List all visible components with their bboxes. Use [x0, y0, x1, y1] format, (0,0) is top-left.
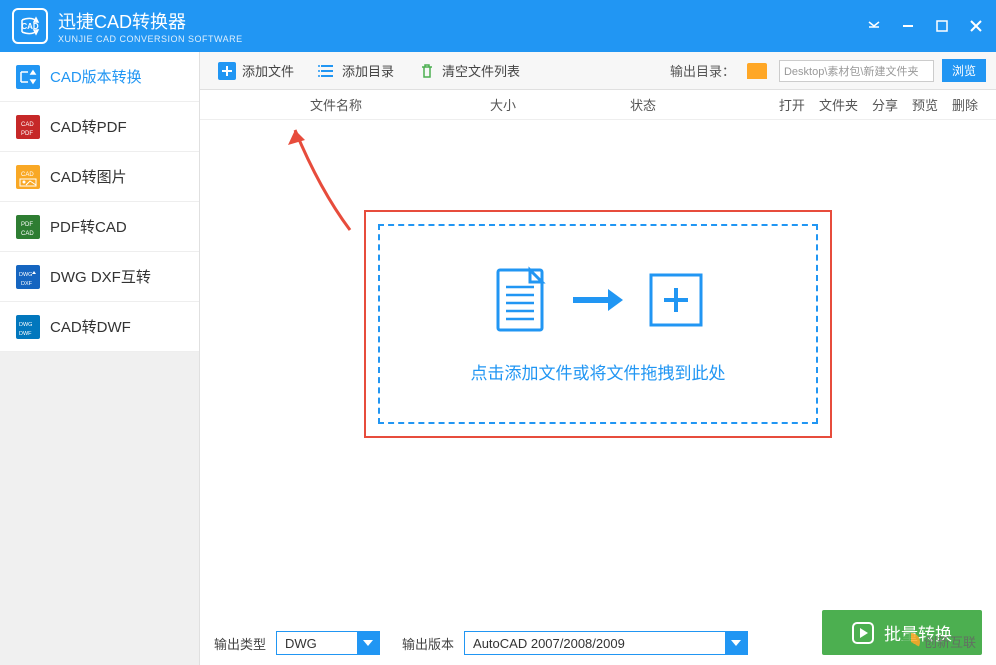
add-file-button[interactable]: 添加文件 [210, 57, 302, 84]
app-title: 迅捷CAD转换器 [58, 8, 866, 34]
cad-image-icon: CAD [16, 165, 40, 189]
document-icon [490, 265, 550, 335]
add-file-icon [218, 62, 236, 80]
col-size: 大小 [490, 95, 630, 114]
dropdown-icon[interactable] [866, 18, 882, 34]
sidebar-item-dwg-dxf[interactable]: DWG DXF DWG DXF互转 [0, 252, 199, 302]
col-share: 分享 [872, 95, 898, 114]
clear-list-button[interactable]: 清空文件列表 [410, 57, 528, 84]
svg-text:DXF: DXF [21, 281, 33, 287]
output-version-label: 输出版本 [402, 634, 454, 653]
add-dir-button[interactable]: 添加目录 [310, 57, 402, 84]
sidebar-item-cad-dwf[interactable]: DWG DWF CAD转DWF [0, 302, 199, 352]
arrow-right-icon [568, 285, 628, 315]
sidebar-label: DWG DXF互转 [50, 266, 151, 287]
trash-icon [418, 62, 436, 80]
dropzone[interactable]: 点击添加文件或将文件拖拽到此处 [378, 224, 818, 424]
browse-button[interactable]: 浏览 [942, 59, 986, 82]
svg-text:CAD: CAD [21, 231, 34, 237]
chevron-down-icon [725, 632, 747, 654]
sidebar-item-cad-image[interactable]: CAD CAD转图片 [0, 152, 199, 202]
output-type-select[interactable]: DWG [276, 631, 380, 655]
col-folder: 文件夹 [819, 95, 858, 114]
sidebar-label: CAD转DWF [50, 316, 131, 337]
col-preview: 预览 [912, 95, 938, 114]
col-filename: 文件名称 [210, 95, 490, 114]
pdf-cad-icon: PDF CAD [16, 215, 40, 239]
app-subtitle: XUNJIE CAD CONVERSION SOFTWARE [58, 34, 866, 44]
dwg-dxf-icon: DWG DXF [16, 265, 40, 289]
sidebar-label: CAD转PDF [50, 116, 127, 137]
maximize-button[interactable] [934, 18, 950, 34]
svg-text:DWF: DWF [19, 331, 32, 337]
cad-pdf-icon: CAD PDF [16, 115, 40, 139]
titlebar: CAD 迅捷CAD转换器 XUNJIE CAD CONVERSION SOFTW… [0, 0, 996, 52]
svg-text:CAD: CAD [21, 22, 39, 31]
svg-text:CAD: CAD [21, 172, 34, 178]
folder-icon [747, 63, 767, 79]
svg-text:PDF: PDF [21, 131, 33, 137]
svg-text:PDF: PDF [21, 222, 33, 228]
output-type-label: 输出类型 [214, 634, 266, 653]
chevron-down-icon [357, 632, 379, 654]
annotation-arrow [250, 110, 370, 250]
file-list-area: 点击添加文件或将文件拖拽到此处 [200, 120, 996, 621]
svg-text:CAD: CAD [21, 122, 34, 128]
svg-text:DWG: DWG [19, 272, 32, 278]
plus-box-icon [646, 270, 706, 330]
output-path-input[interactable]: Desktop\素材包\新建文件夹 [779, 60, 934, 82]
dropzone-highlight: 点击添加文件或将文件拖拽到此处 [364, 210, 832, 438]
output-dir-label: 输出目录： [670, 61, 735, 80]
col-status: 状态 [630, 95, 750, 114]
minimize-button[interactable] [900, 18, 916, 34]
sidebar-item-pdf-cad[interactable]: PDF CAD PDF转CAD [0, 202, 199, 252]
sidebar-item-cad-pdf[interactable]: CAD PDF CAD转PDF [0, 102, 199, 152]
app-logo: CAD [12, 8, 48, 44]
column-headers: 文件名称 大小 状态 打开 文件夹 分享 预览 删除 [200, 90, 996, 120]
dropzone-text: 点击添加文件或将文件拖拽到此处 [471, 359, 726, 384]
cad-dwf-icon: DWG DWF [16, 315, 40, 339]
sidebar-item-cad-version[interactable]: CAD版本转换 [0, 52, 199, 102]
sidebar-label: PDF转CAD [50, 216, 127, 237]
col-delete: 删除 [952, 95, 978, 114]
cad-version-icon [16, 65, 40, 89]
col-open: 打开 [779, 95, 805, 114]
close-button[interactable] [968, 18, 984, 34]
sidebar-label: CAD转图片 [50, 166, 127, 187]
output-version-select[interactable]: AutoCAD 2007/2008/2009 [464, 631, 748, 655]
toolbar: 添加文件 添加目录 清空文件列表 输出目录： Desktop\素材包\新建文件夹… [200, 52, 996, 90]
batch-convert-button[interactable]: 批量转换 [822, 610, 982, 655]
svg-text:DWG: DWG [19, 322, 32, 328]
sidebar: CAD版本转换 CADPDF CAD转PDF CAD CAD转图片 PDFCAD… [0, 52, 200, 665]
list-icon [318, 62, 336, 80]
sidebar-label: CAD版本转换 [50, 66, 142, 87]
play-icon [852, 622, 874, 644]
